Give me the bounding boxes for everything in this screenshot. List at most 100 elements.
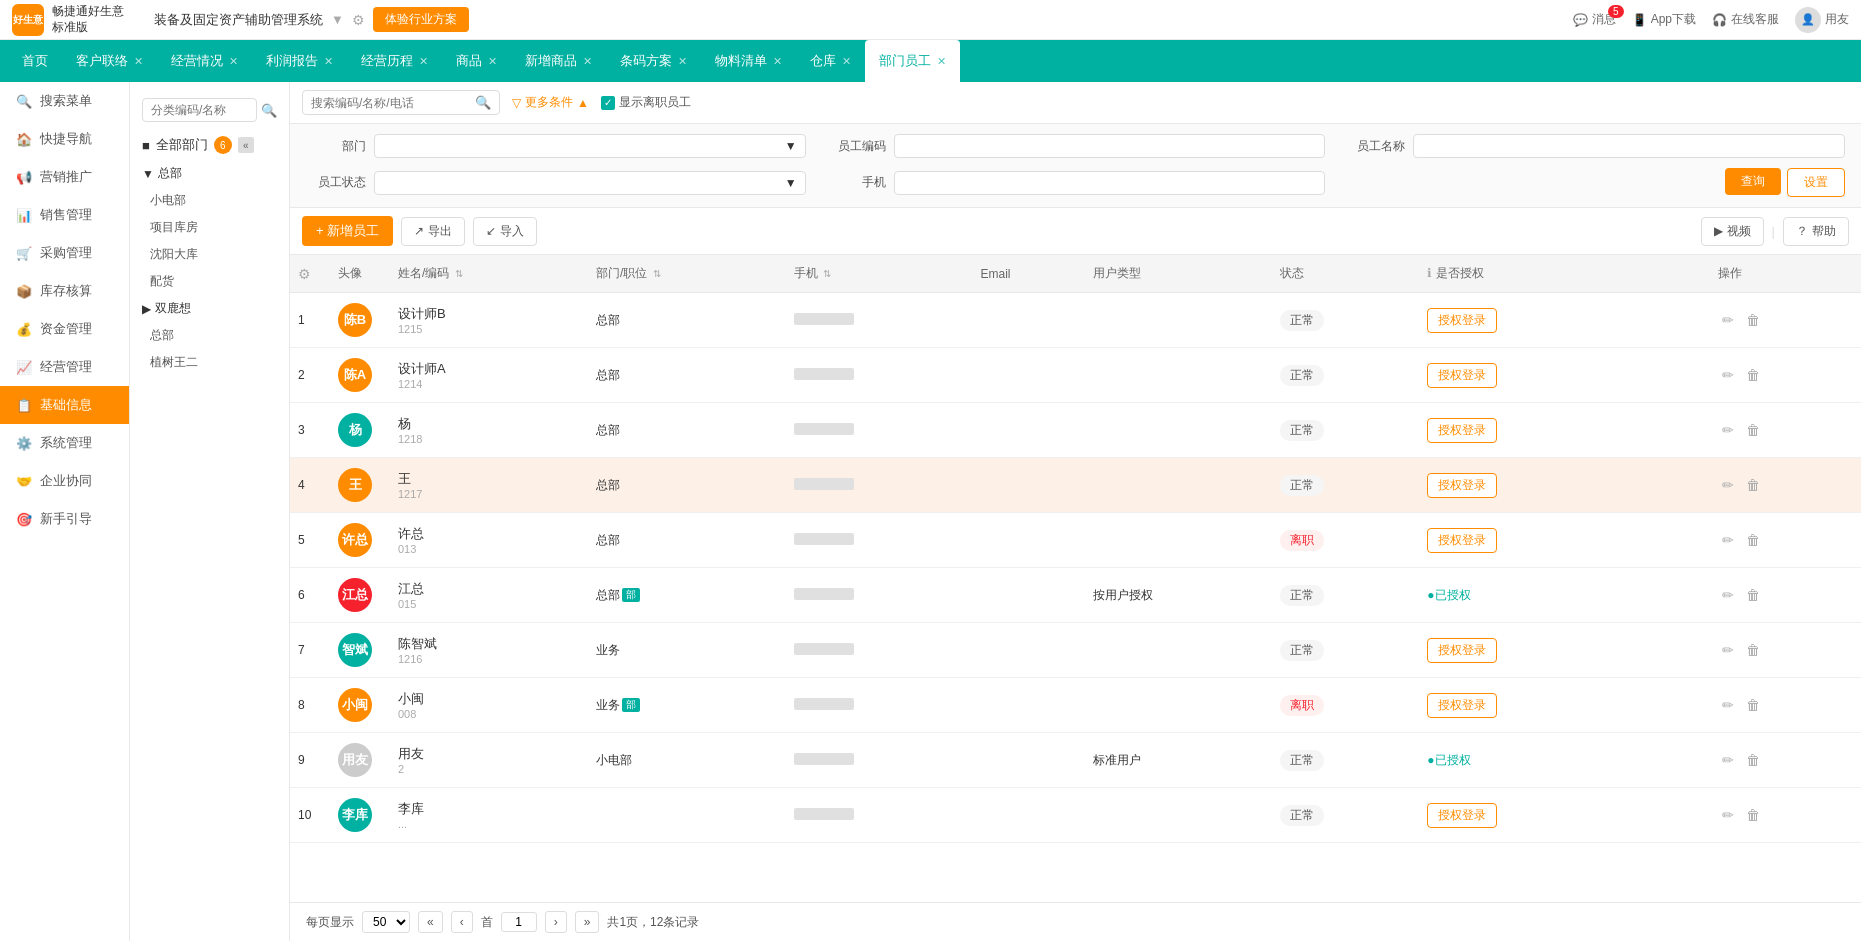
import-button[interactable]: ↙ 导入: [473, 217, 537, 246]
dept-item-shenyang[interactable]: 沈阳大库: [130, 241, 289, 268]
delete-button[interactable]: 🗑: [1742, 310, 1764, 330]
dept-item-zhishu[interactable]: 植树王二: [130, 349, 289, 376]
dept-item-xiaodibu[interactable]: 小电部: [130, 187, 289, 214]
authorize-button[interactable]: 授权登录: [1427, 473, 1497, 498]
delete-button[interactable]: 🗑: [1742, 695, 1764, 715]
close-icon[interactable]: ✕: [583, 55, 592, 68]
dept-item-peihuo[interactable]: 配货: [130, 268, 289, 295]
phone-input[interactable]: [894, 171, 1326, 195]
delete-button[interactable]: 🗑: [1742, 805, 1764, 825]
tab-department[interactable]: 部门员工 ✕: [865, 40, 960, 82]
sidebar-item-system[interactable]: ⚙️ 系统管理: [0, 424, 129, 462]
authorize-button[interactable]: 授权登录: [1427, 693, 1497, 718]
delete-button[interactable]: 🗑: [1742, 750, 1764, 770]
empcode-input[interactable]: [894, 134, 1326, 158]
dept-search-icon[interactable]: 🔍: [261, 103, 277, 118]
edit-button[interactable]: ✏: [1718, 365, 1738, 385]
message-action[interactable]: 💬 消息 5: [1573, 11, 1616, 28]
tab-home[interactable]: 首页: [8, 40, 62, 82]
sidebar-item-collab[interactable]: 🤝 企业协同: [0, 462, 129, 500]
dept-select[interactable]: ▼: [374, 134, 806, 158]
video-button[interactable]: ▶ 视频: [1701, 217, 1764, 246]
tab-goods[interactable]: 商品 ✕: [442, 40, 511, 82]
app-download-action[interactable]: 📱 App下载: [1632, 11, 1696, 28]
close-icon[interactable]: ✕: [229, 55, 238, 68]
sidebar-item-marketing[interactable]: 📢 营销推广: [0, 158, 129, 196]
sidebar-item-inventory[interactable]: 📦 库存核算: [0, 272, 129, 310]
tab-add-goods[interactable]: 新增商品 ✕: [511, 40, 606, 82]
tab-history[interactable]: 经营历程 ✕: [347, 40, 442, 82]
col-name[interactable]: 姓名/编码 ⇅: [390, 255, 588, 293]
search-icon[interactable]: 🔍: [475, 95, 491, 110]
sidebar-item-basic[interactable]: 📋 基础信息: [0, 386, 129, 424]
set-button[interactable]: 设置: [1787, 168, 1845, 197]
authorize-button[interactable]: 授权登录: [1427, 418, 1497, 443]
authorize-button[interactable]: 授权登录: [1427, 638, 1497, 663]
per-page-select[interactable]: 50: [362, 911, 410, 933]
sidebar-item-search[interactable]: 🔍 搜索菜单: [0, 82, 129, 120]
add-employee-button[interactable]: + 新增员工: [302, 216, 393, 246]
delete-button[interactable]: 🗑: [1742, 530, 1764, 550]
help-button[interactable]: ？ 帮助: [1783, 217, 1849, 246]
page-input[interactable]: [501, 912, 537, 932]
dept-search-input[interactable]: [142, 98, 257, 122]
delete-button[interactable]: 🗑: [1742, 365, 1764, 385]
edit-button[interactable]: ✏: [1718, 310, 1738, 330]
authorize-button[interactable]: 授权登录: [1427, 803, 1497, 828]
delete-button[interactable]: 🗑: [1742, 585, 1764, 605]
search-input[interactable]: [311, 96, 471, 110]
authorize-button[interactable]: 授权登录: [1427, 528, 1497, 553]
last-page-button[interactable]: »: [575, 911, 600, 933]
delete-button[interactable]: 🗑: [1742, 420, 1764, 440]
close-icon[interactable]: ✕: [488, 55, 497, 68]
edit-button[interactable]: ✏: [1718, 420, 1738, 440]
tab-operation[interactable]: 经营情况 ✕: [157, 40, 252, 82]
dept-group-zongbu[interactable]: ▼ 总部: [130, 160, 289, 187]
close-icon[interactable]: ✕: [419, 55, 428, 68]
dept-item-zongbu2[interactable]: 总部: [130, 322, 289, 349]
sidebar-item-finance[interactable]: 💰 资金管理: [0, 310, 129, 348]
tab-barcode[interactable]: 条码方案 ✕: [606, 40, 701, 82]
close-icon[interactable]: ✕: [937, 55, 946, 68]
close-icon[interactable]: ✕: [678, 55, 687, 68]
edit-button[interactable]: ✏: [1718, 530, 1738, 550]
edit-button[interactable]: ✏: [1718, 805, 1738, 825]
settings-icon[interactable]: ⚙: [298, 266, 311, 282]
tab-profit[interactable]: 利润报告 ✕: [252, 40, 347, 82]
close-icon[interactable]: ✕: [842, 55, 851, 68]
sidebar-item-purchase[interactable]: 🛒 采购管理: [0, 234, 129, 272]
more-filter-btn[interactable]: ▽ 更多条件 ▲: [512, 94, 589, 111]
tab-customer[interactable]: 客户联络 ✕: [62, 40, 157, 82]
export-button[interactable]: ↗ 导出: [401, 217, 465, 246]
edit-button[interactable]: ✏: [1718, 695, 1738, 715]
sidebar-item-nav[interactable]: 🏠 快捷导航: [0, 120, 129, 158]
edit-button[interactable]: ✏: [1718, 640, 1738, 660]
gear-icon[interactable]: ⚙: [352, 12, 365, 28]
user-action[interactable]: 👤 用友: [1795, 7, 1849, 33]
edit-button[interactable]: ✏: [1718, 750, 1738, 770]
collapse-button[interactable]: «: [238, 137, 254, 153]
delete-button[interactable]: 🗑: [1742, 475, 1764, 495]
dept-item-project[interactable]: 项目库房: [130, 214, 289, 241]
close-icon[interactable]: ✕: [324, 55, 333, 68]
status-select[interactable]: ▼: [374, 171, 806, 195]
tab-material[interactable]: 物料清单 ✕: [701, 40, 796, 82]
delete-button[interactable]: 🗑: [1742, 640, 1764, 660]
tab-warehouse[interactable]: 仓库 ✕: [796, 40, 865, 82]
first-page-button[interactable]: «: [418, 911, 443, 933]
service-action[interactable]: 🎧 在线客服: [1712, 11, 1779, 28]
sidebar-item-guide[interactable]: 🎯 新手引导: [0, 500, 129, 538]
next-page-button[interactable]: ›: [545, 911, 567, 933]
col-dept[interactable]: 部门/职位 ⇅: [588, 255, 786, 293]
all-dept-header[interactable]: ■ 全部部门 6 «: [130, 130, 289, 160]
edit-button[interactable]: ✏: [1718, 585, 1738, 605]
dropdown-icon[interactable]: ▼: [331, 12, 344, 27]
edit-button[interactable]: ✏: [1718, 475, 1738, 495]
dept-group-shuanglu[interactable]: ▶ 双鹿想: [130, 295, 289, 322]
prev-page-button[interactable]: ‹: [451, 911, 473, 933]
col-phone[interactable]: 手机 ⇅: [786, 255, 973, 293]
trial-button[interactable]: 体验行业方案: [373, 7, 469, 32]
close-icon[interactable]: ✕: [134, 55, 143, 68]
close-icon[interactable]: ✕: [773, 55, 782, 68]
show-resigned-toggle[interactable]: ✓ 显示离职员工: [601, 94, 691, 111]
